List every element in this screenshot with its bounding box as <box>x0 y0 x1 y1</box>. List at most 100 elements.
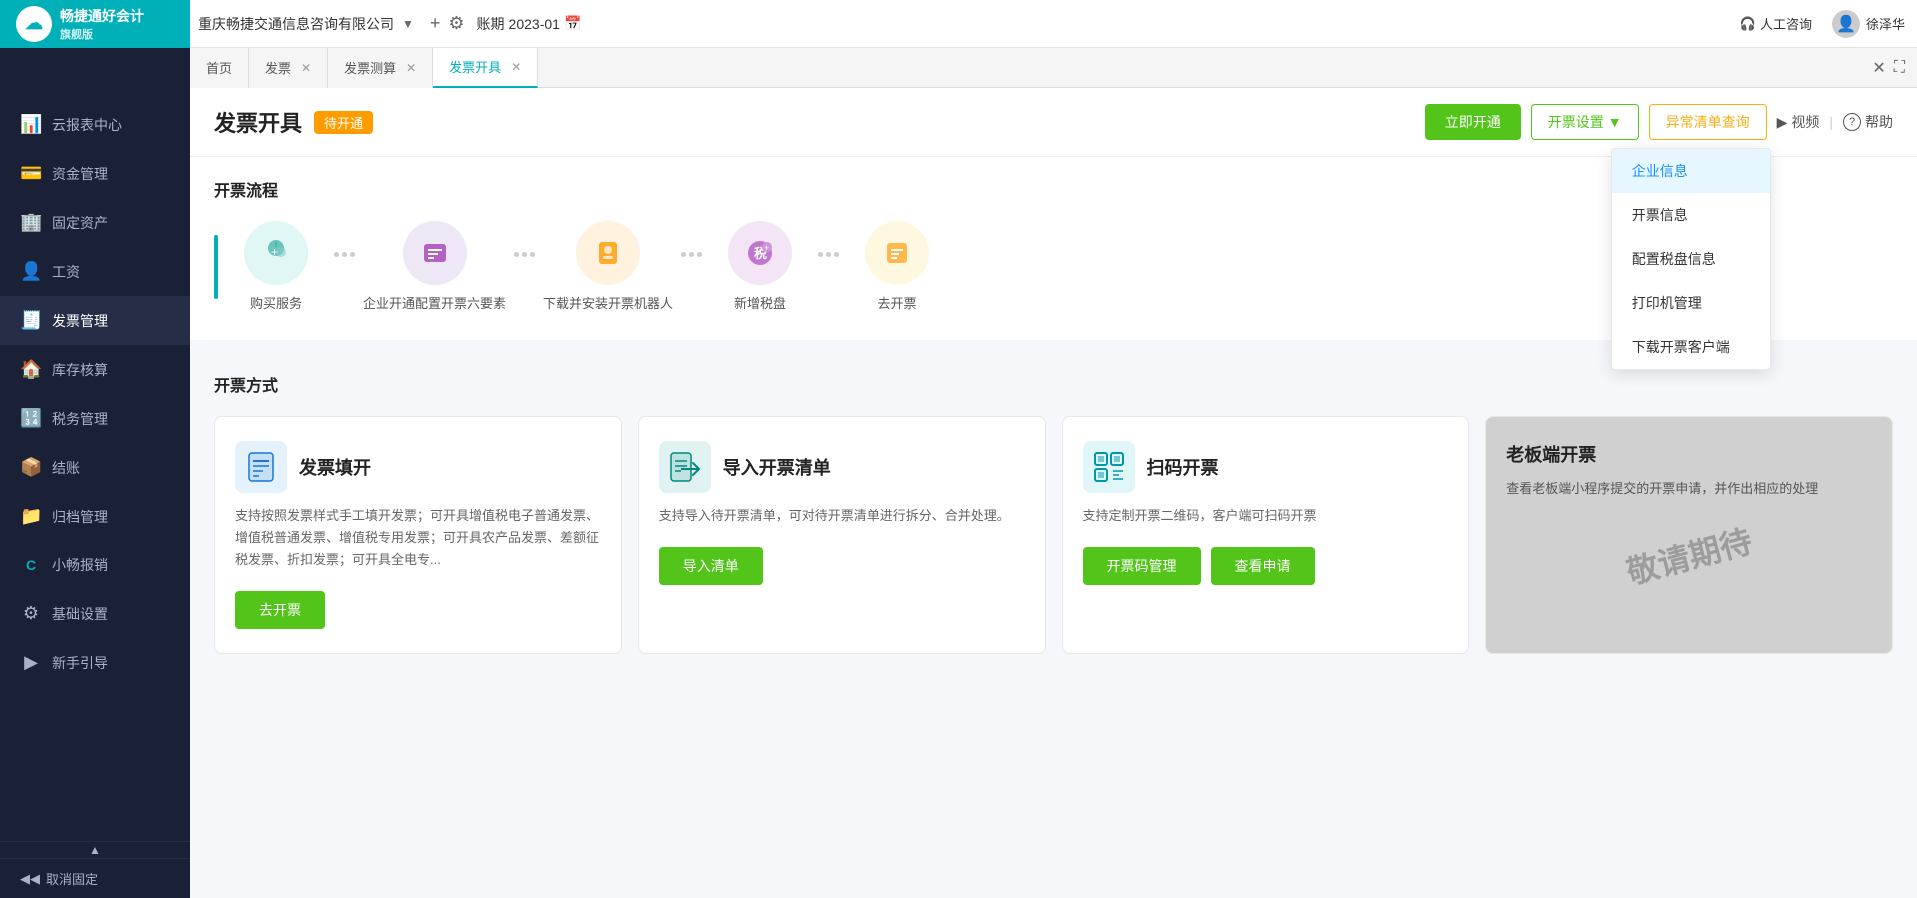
sidebar-item-inventory[interactable]: 🏠 库存核算 <box>0 345 190 394</box>
method-card-import-list-header: 导入开票清单 <box>659 441 1025 493</box>
salary-icon: 👤 <box>20 261 42 282</box>
invoice-settings-label: 开票设置 <box>1548 112 1604 132</box>
tab-invoice-issue-label: 发票开具 <box>449 57 501 76</box>
flow-connector-1 <box>326 252 363 281</box>
main-content: 发票开具 待开通 立即开通 开票设置 ▼ → 企业信息 <box>190 88 1917 898</box>
sidebar-item-salary[interactable]: 👤 工资 <box>0 247 190 296</box>
step-4-label: 新增税盘 <box>734 293 786 312</box>
user-avatar: 👤 <box>1832 10 1860 38</box>
dropdown-item-download-client[interactable]: 下载开票客户端 <box>1612 325 1770 369</box>
help-button[interactable]: ? 帮助 <box>1843 112 1893 132</box>
basic-settings-icon: ⚙ <box>20 603 42 624</box>
sidebar-item-tax[interactable]: 🔢 税务管理 <box>0 394 190 443</box>
settings-btn[interactable]: ⚙ <box>448 13 464 34</box>
company-dropdown-icon[interactable]: ▼ <box>402 17 414 31</box>
consult-button[interactable]: 🎧 人工咨询 <box>1740 14 1812 33</box>
printer-label: 打印机管理 <box>1632 293 1702 313</box>
sidebar-item-report-sales-label: 小畅报销 <box>52 555 108 575</box>
tab-expand-btn[interactable]: ⛶ <box>1894 59 1905 77</box>
app-logo-badge: 旗舰版 <box>60 26 144 42</box>
go-invoice-button[interactable]: 去开票 <box>235 591 325 629</box>
invoice-settings-button[interactable]: 开票设置 ▼ <box>1531 104 1639 140</box>
sidebar-item-capital[interactable]: 💳 资金管理 <box>0 149 190 198</box>
company-name[interactable]: 重庆畅捷交通信息咨询有限公司 <box>198 14 394 34</box>
invoice-info-label: 开票信息 <box>1632 205 1688 225</box>
step-icon-2 <box>403 221 467 285</box>
method-card-manual-fill: 发票填开 支持按照发票样式手工填开发票；可开具增值税电子普通发票、增值税普通发票… <box>214 416 622 654</box>
sidebar-item-basic-settings-label: 基础设置 <box>52 604 108 624</box>
sidebar-item-archive[interactable]: 📁 归档管理 <box>0 492 190 541</box>
status-badge: 待开通 <box>314 111 373 134</box>
import-list-button[interactable]: 导入清单 <box>659 547 763 585</box>
scan-code-desc: 支持定制开票二维码，客户端可扫码开票 <box>1083 505 1449 527</box>
tab-invoice[interactable]: 发票 ✕ <box>249 48 328 88</box>
headset-icon: 🎧 <box>1740 16 1756 32</box>
tab-invoice-calc-close[interactable]: ✕ <box>406 61 416 75</box>
method-card-scan-code: 扫码开票 支持定制开票二维码，客户端可扫码开票 开票码管理 查看申请 <box>1062 416 1470 654</box>
tab-bar-right: ✕ ⛶ <box>1872 58 1917 78</box>
inventory-icon: 🏠 <box>20 359 42 380</box>
method-cards: 发票填开 支持按照发票样式手工填开发票；可开具增值税电子普通发票、增值税普通发票… <box>214 416 1893 654</box>
dropdown-item-invoice-info[interactable]: 开票信息 <box>1612 193 1770 237</box>
tab-home-label: 首页 <box>206 58 232 77</box>
help-label: 帮助 <box>1865 112 1893 132</box>
tab-home[interactable]: 首页 <box>190 48 249 88</box>
sidebar-cancel-pin[interactable]: ◀◀ 取消固定 <box>0 858 190 898</box>
import-list-icon <box>659 441 711 493</box>
tab-invoice-issue-close[interactable]: ✕ <box>511 60 521 74</box>
methods-section: 开票方式 <box>190 352 1917 674</box>
manual-fill-title: 发票填开 <box>299 454 371 480</box>
sidebar-item-cloud-report[interactable]: 📊 云报表中心 <box>0 100 190 149</box>
import-list-title: 导入开票清单 <box>723 454 831 480</box>
sidebar-item-basic-settings[interactable]: ⚙ 基础设置 <box>0 589 190 638</box>
sidebar-item-fixed-assets[interactable]: 🏢 固定资产 <box>0 198 190 247</box>
sidebar-item-report-sales[interactable]: C 小畅报销 <box>0 541 190 589</box>
top-bar-actions: + ⚙ <box>430 13 465 34</box>
help-icon: ? <box>1843 113 1861 131</box>
flow-left-bar <box>214 235 218 299</box>
step-5-label: 去开票 <box>878 293 917 312</box>
qr-manage-button[interactable]: 开票码管理 <box>1083 547 1201 585</box>
user-info[interactable]: 👤 徐泽华 <box>1832 10 1905 38</box>
scan-code-title: 扫码开票 <box>1147 454 1219 480</box>
step-2-label: 企业开通配置开票六要素 <box>363 293 506 312</box>
tax-disk-label: 配置税盘信息 <box>1632 249 1716 269</box>
view-apply-button[interactable]: 查看申请 <box>1211 547 1315 585</box>
sidebar-scroll-btn[interactable]: ▲ <box>0 841 190 858</box>
tab-bar: 首页 发票 ✕ 发票测算 ✕ 发票开具 ✕ ✕ ⛶ <box>0 48 1917 88</box>
dropdown-item-printer[interactable]: 打印机管理 <box>1612 281 1770 325</box>
sidebar-item-inventory-label: 库存核算 <box>52 360 108 380</box>
anomaly-list-button[interactable]: 异常清单查询 <box>1649 104 1767 140</box>
video-button[interactable]: ▶ 视频 <box>1777 112 1820 132</box>
sidebar-item-settlement[interactable]: 📦 结账 <box>0 443 190 492</box>
sidebar-item-salary-label: 工资 <box>52 262 80 282</box>
sidebar-item-new-guide[interactable]: ▶ 新手引导 <box>0 638 190 687</box>
method-card-import-list: 导入开票清单 支持导入待开票清单，可对待开票清单进行拆分、合并处理。 导入清单 <box>638 416 1046 654</box>
svg-text:+: + <box>271 245 278 259</box>
add-company-btn[interactable]: + <box>430 13 441 34</box>
sidebar: 📊 云报表中心 💳 资金管理 🏢 固定资产 👤 工资 🧾 发票管理 🏠 库存核算… <box>0 88 190 898</box>
company-info-label: 企业信息 <box>1632 161 1688 181</box>
top-bar: ☁ 畅捷通好会计 旗舰版 重庆畅捷交通信息咨询有限公司 ▼ + ⚙ 账期 202… <box>0 0 1917 48</box>
dropdown-item-company-info[interactable]: 企业信息 <box>1612 149 1770 193</box>
sidebar-item-capital-label: 资金管理 <box>52 164 108 184</box>
methods-section-title: 开票方式 <box>214 372 1893 396</box>
calendar-icon[interactable]: 📅 <box>564 15 581 32</box>
tab-close-btn[interactable]: ✕ <box>1872 58 1885 78</box>
tab-invoice-issue[interactable]: 发票开具 ✕ <box>433 48 538 88</box>
method-card-scan-code-header: 扫码开票 <box>1083 441 1449 493</box>
sidebar-item-tax-label: 税务管理 <box>52 409 108 429</box>
tab-invoice-close[interactable]: ✕ <box>301 61 311 75</box>
invoice-mgmt-icon: 🧾 <box>20 310 42 331</box>
dropdown-item-tax-disk[interactable]: 配置税盘信息 <box>1612 237 1770 281</box>
app-layout: 📊 云报表中心 💳 资金管理 🏢 固定资产 👤 工资 🧾 发票管理 🏠 库存核算… <box>0 88 1917 898</box>
sidebar-item-new-guide-label: 新手引导 <box>52 653 108 673</box>
pin-icon: ◀◀ <box>20 871 40 887</box>
sidebar-item-invoice-mgmt[interactable]: 🧾 发票管理 <box>0 296 190 345</box>
video-label: 视频 <box>1791 112 1819 132</box>
tab-invoice-calc[interactable]: 发票测算 ✕ <box>328 48 433 88</box>
sidebar-item-cloud-report-label: 云报表中心 <box>52 115 122 135</box>
manual-fill-desc: 支持按照发票样式手工填开发票；可开具增值税电子普通发票、增值税普通发票、增值税专… <box>235 505 601 571</box>
activate-button[interactable]: 立即开通 <box>1425 104 1521 140</box>
period-info: 账期 2023-01 📅 <box>477 14 582 34</box>
